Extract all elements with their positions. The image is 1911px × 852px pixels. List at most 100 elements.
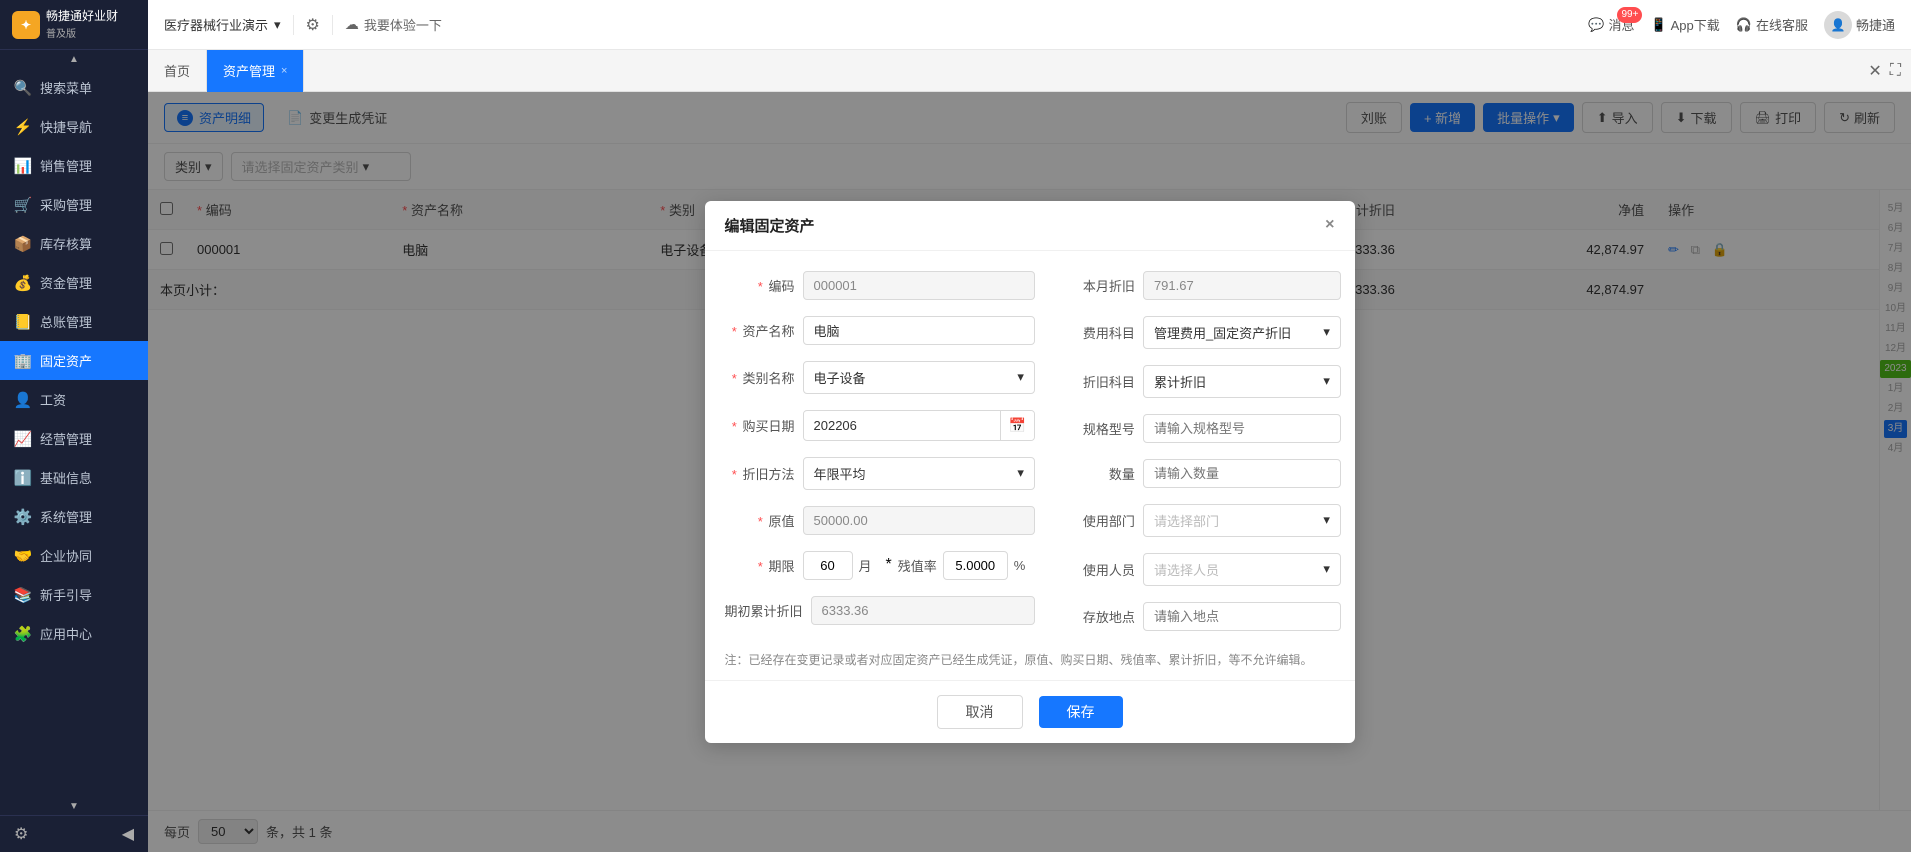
dep-account-select[interactable]: 累计折旧 ▾ — [1143, 365, 1341, 398]
sidebar-item-quicknav[interactable]: ⚡ 快捷导航 — [0, 107, 148, 146]
initial-accumulated-label: 期初累计折旧 — [725, 601, 803, 620]
code-input[interactable] — [803, 271, 1035, 300]
name-input[interactable] — [803, 316, 1035, 345]
monthly-dep-label: 本月折旧 — [1065, 276, 1135, 295]
topbar-divider-2 — [332, 15, 333, 35]
tab-close-icon[interactable]: × — [281, 65, 287, 77]
residual-rate-input[interactable] — [943, 551, 1008, 580]
inventory-icon: 📦 — [14, 235, 32, 253]
form-row-purchase-date: * 购买日期 📅 — [725, 410, 1035, 441]
sidebar-item-fixed-assets[interactable]: 🏢 固定资产 — [0, 341, 148, 380]
dialog-overlay: 编辑固定资产 × * 编码 — [148, 92, 1911, 852]
sidebar-item-search[interactable]: 🔍 搜索菜单 — [0, 68, 148, 107]
sidebar-item-guide[interactable]: 📚 新手引导 — [0, 575, 148, 614]
sidebar-scroll-down[interactable]: ▼ — [0, 797, 148, 815]
settings-gear-button[interactable]: ⚙ — [306, 15, 320, 35]
original-value-input[interactable] — [803, 506, 1035, 535]
purchase-date-input-wrap: 📅 — [803, 410, 1035, 441]
sidebar-item-label: 快捷导航 — [40, 117, 92, 136]
sidebar-item-label: 资金管理 — [40, 273, 92, 292]
sidebar-item-sales[interactable]: 📊 销售管理 — [0, 146, 148, 185]
sales-icon: 📊 — [14, 157, 32, 175]
sidebar-item-label: 经营管理 — [40, 429, 92, 448]
location-label: 存放地点 — [1065, 607, 1135, 626]
settings-icon[interactable]: ⚙ — [14, 824, 28, 844]
logo-subtitle: 普及版 — [46, 25, 118, 40]
person-label: 使用人员 — [1065, 560, 1135, 579]
form-row-person: 使用人员 请选择人员 ▾ — [1065, 553, 1341, 586]
expense-account-down-icon: ▾ — [1323, 324, 1330, 340]
sidebar-item-purchase[interactable]: 🛒 采购管理 — [0, 185, 148, 224]
sidebar-item-collaboration[interactable]: 🤝 企业协同 — [0, 536, 148, 575]
sidebar-item-label: 固定资产 — [40, 351, 92, 370]
category-value: 电子设备 — [814, 368, 866, 387]
cancel-button[interactable]: 取消 — [937, 695, 1023, 729]
form-row-dep-account: 折旧科目 累计折旧 ▾ — [1065, 365, 1341, 398]
app-download-label: App下载 — [1671, 15, 1720, 34]
app-download-button[interactable]: 📱 App下载 — [1650, 15, 1719, 34]
period-label: * 期限 — [725, 556, 795, 575]
purchase-date-label: * 购买日期 — [725, 416, 795, 435]
form-row-name: * 资产名称 — [725, 316, 1035, 345]
user-avatar-button[interactable]: 👤 畅捷通 — [1824, 11, 1895, 39]
sidebar-item-label: 总账管理 — [40, 312, 92, 331]
experience-button[interactable]: ☁ 我要体验一下 — [345, 15, 442, 34]
sidebar-item-salary[interactable]: 👤 工资 — [0, 380, 148, 419]
notification-button[interactable]: 💬 消息 99+ — [1588, 15, 1634, 34]
dialog-note: 注：已经存在变更记录或者对应固定资产已经生成凭证，原值、购买日期、残值率、累计折… — [705, 651, 1355, 680]
salary-icon: 👤 — [14, 391, 32, 409]
quicknav-icon: ⚡ — [14, 118, 32, 136]
form-row-monthly-dep: 本月折旧 — [1065, 271, 1341, 300]
sidebar-item-appstore[interactable]: 🧩 应用中心 — [0, 614, 148, 653]
quantity-label: 数量 — [1065, 464, 1135, 483]
sidebar-logo: ✦ 畅捷通好业财 普及版 — [0, 0, 148, 50]
monthly-dep-input[interactable] — [1143, 271, 1341, 300]
dialog-right-col: 本月折旧 费用科目 管理费用_固定资产折旧 ▾ — [1065, 271, 1341, 631]
person-down-icon: ▾ — [1323, 561, 1330, 577]
expense-account-select[interactable]: 管理费用_固定资产折旧 ▾ — [1143, 316, 1341, 349]
finance-icon: 💰 — [14, 274, 32, 292]
tab-asset-management[interactable]: 资产管理 × — [207, 50, 304, 92]
spec-label: 规格型号 — [1065, 419, 1135, 438]
sidebar-item-basic-info[interactable]: ℹ️ 基础信息 — [0, 458, 148, 497]
dialog-footer: 取消 保存 — [705, 680, 1355, 743]
save-button[interactable]: 保存 — [1039, 696, 1123, 728]
original-value-label: * 原值 — [725, 511, 795, 530]
dep-account-value: 累计折旧 — [1154, 372, 1206, 391]
topbar-right: 💬 消息 99+ 📱 App下载 🎧 在线客服 👤 畅捷通 — [1588, 11, 1895, 39]
sidebar-item-label: 采购管理 — [40, 195, 92, 214]
sidebar-scroll-up[interactable]: ▲ — [0, 50, 148, 68]
sidebar-item-label: 应用中心 — [40, 624, 92, 643]
calendar-icon[interactable]: 📅 — [1000, 411, 1034, 440]
name-label: * 资产名称 — [725, 321, 795, 340]
dep-account-down-icon: ▾ — [1323, 373, 1330, 389]
sidebar-item-finance[interactable]: 💰 资金管理 — [0, 263, 148, 302]
notification-icon: 💬 — [1588, 17, 1604, 33]
sidebar-bottom: ⚙ ◀ — [0, 815, 148, 852]
operations-icon: 📈 — [14, 430, 32, 448]
company-selector[interactable]: 医疗器械行业演示 ▾ — [164, 15, 281, 34]
online-service-button[interactable]: 🎧 在线客服 — [1736, 15, 1808, 34]
person-select[interactable]: 请选择人员 ▾ — [1143, 553, 1341, 586]
tab-home[interactable]: 首页 — [148, 50, 207, 92]
depreciation-method-select[interactable]: 年限平均 ▾ — [803, 457, 1035, 490]
sidebar-item-operations[interactable]: 📈 经营管理 — [0, 419, 148, 458]
initial-accumulated-input[interactable] — [811, 596, 1035, 625]
period-input[interactable] — [803, 551, 853, 580]
collapse-icon[interactable]: ◀ — [122, 824, 134, 844]
sidebar-item-ledger[interactable]: 📒 总账管理 — [0, 302, 148, 341]
sidebar-item-label: 企业协同 — [40, 546, 92, 565]
dialog-close-button[interactable]: × — [1325, 216, 1334, 234]
tab-minimize-button[interactable]: ✕ — [1868, 61, 1881, 81]
location-input[interactable] — [1143, 602, 1341, 631]
period-residual-wrap: 月 * 残值率 % — [803, 551, 1035, 580]
category-select[interactable]: 电子设备 ▾ — [803, 361, 1035, 394]
sidebar-item-inventory[interactable]: 📦 库存核算 — [0, 224, 148, 263]
department-select[interactable]: 请选择部门 ▾ — [1143, 504, 1341, 537]
form-row-quantity: 数量 — [1065, 459, 1341, 488]
quantity-input[interactable] — [1143, 459, 1341, 488]
purchase-date-input[interactable] — [804, 412, 1000, 439]
tab-maximize-button[interactable]: ⛶ — [1890, 62, 1901, 80]
sidebar-item-system[interactable]: ⚙️ 系统管理 — [0, 497, 148, 536]
spec-input[interactable] — [1143, 414, 1341, 443]
